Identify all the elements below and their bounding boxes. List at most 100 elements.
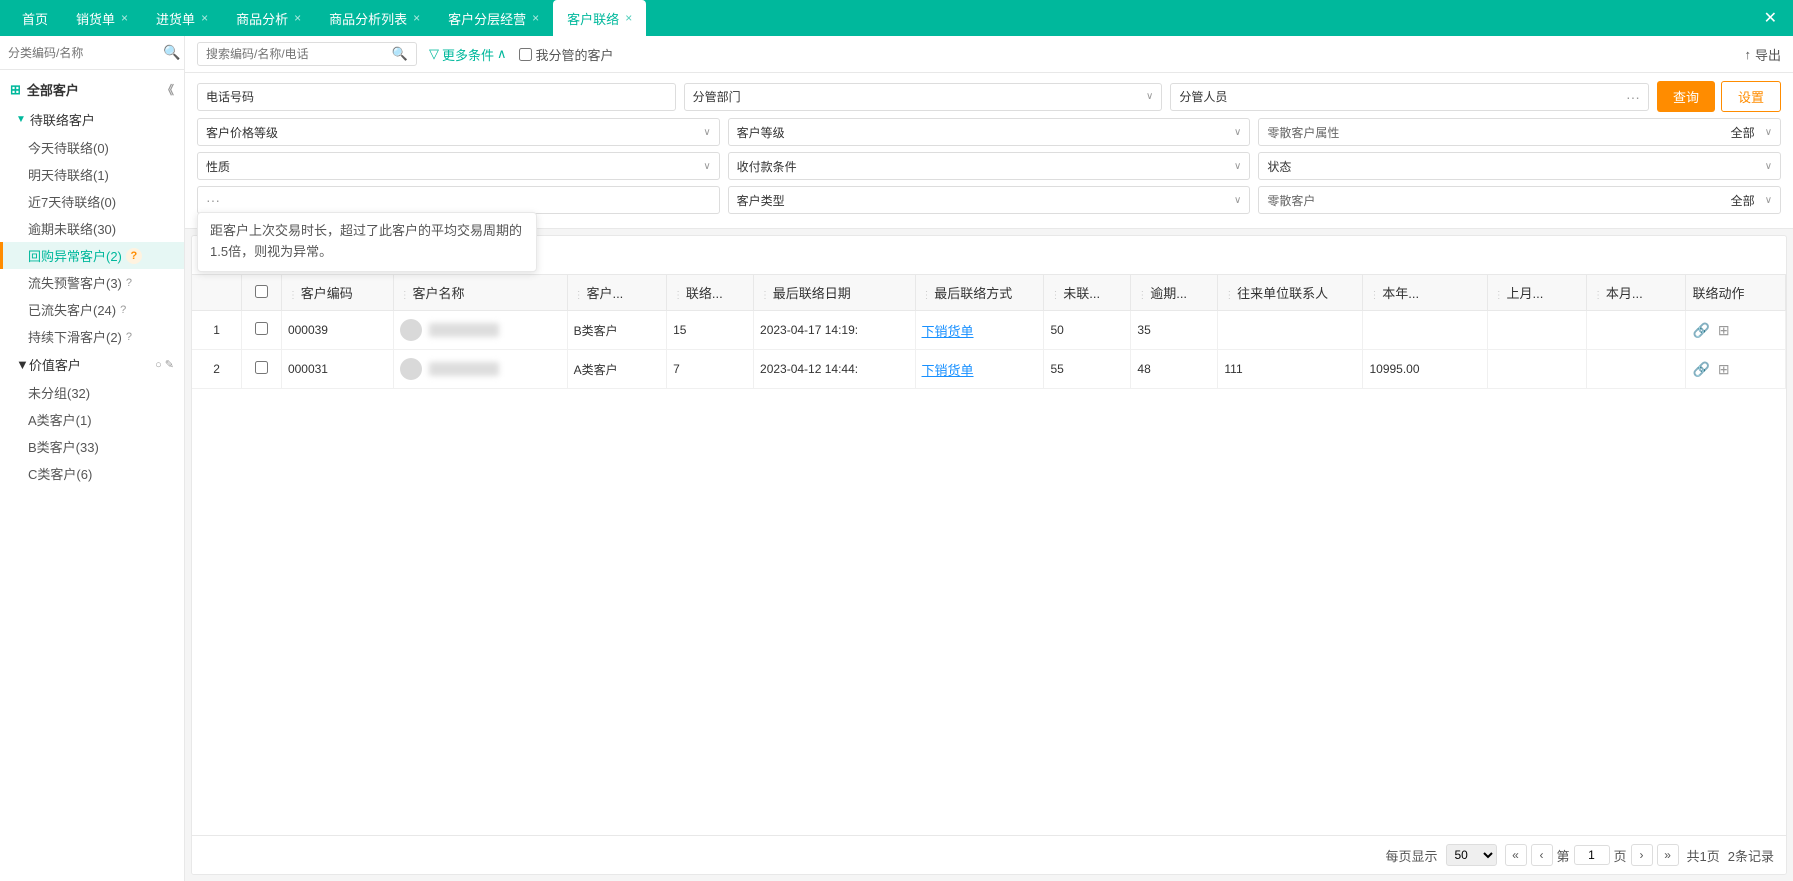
contact-icon[interactable]: 🔗 (1692, 361, 1709, 378)
col-header-related[interactable]: 往来单位联系人 (1218, 275, 1363, 311)
last-way-link[interactable]: 下销货单 (922, 324, 974, 339)
nav-product-analysis-list[interactable]: 商品分析列表 × (315, 0, 434, 36)
sidebar-group-pending[interactable]: ▼ 待联络客户 (0, 105, 184, 134)
filter-retail-attr[interactable]: 零散客户属性 全部 ∨ (1258, 118, 1781, 146)
filter-department[interactable]: 分管部门 ∨ (684, 83, 1163, 111)
nav-customer-contact[interactable]: 客户联络 × (553, 0, 646, 36)
prev-page-button[interactable]: ‹ (1531, 844, 1553, 866)
col-header-this-month[interactable]: 本月... (1587, 275, 1686, 311)
nav-product-analysis[interactable]: 商品分析 × (222, 0, 315, 36)
search-icon[interactable]: 🔍 (392, 46, 408, 62)
sidebar-item-repurchase-abnormal[interactable]: 回购异常客户(2) ? (0, 242, 184, 269)
sidebar-item-tomorrow[interactable]: 明天待联络(1) (0, 161, 184, 188)
col-header-name[interactable]: 客户名称 (393, 275, 567, 311)
filter-phone[interactable]: 电话号码 (197, 83, 676, 111)
filter-more[interactable]: ··· (197, 186, 720, 214)
page-nav: « ‹ 第 页 › » (1505, 844, 1679, 866)
last-page-button[interactable]: » (1657, 844, 1679, 866)
cell-type: B类客户 (567, 311, 666, 350)
sidebar-item-churned[interactable]: 已流失客户(24) ? (0, 296, 184, 323)
filter-panel: 电话号码 分管部门 ∨ 分管人员 ··· 查询 设置 客户价格等级 (185, 73, 1793, 229)
sidebar: 🔍 ⊞ 全部客户 《 ▼ 待联络客户 今天待联络(0) 明天待联络(1) 近7天… (0, 36, 185, 881)
nav-home[interactable]: 首页 (8, 0, 62, 36)
filter-status[interactable]: 状态 ∨ (1258, 152, 1781, 180)
table-scroll-container[interactable]: 客户编码 客户名称 客户... 联络... (192, 275, 1786, 835)
nav-customer-tier[interactable]: 客户分层经营 × (434, 0, 553, 36)
nav-purchase-order[interactable]: 进货单 × (142, 0, 222, 36)
sidebar-item-unclassified[interactable]: 未分组(32) (0, 379, 184, 406)
row-checkbox[interactable] (255, 322, 268, 335)
cell-last-way[interactable]: 下销货单 (915, 311, 1044, 350)
sidebar-item-class-c[interactable]: C类客户(6) (0, 460, 184, 487)
arrow-icon-2: ▼ (16, 357, 29, 372)
filter-nature[interactable]: 性质 ∨ (197, 152, 720, 180)
sidebar-search-input[interactable] (8, 46, 163, 60)
query-button[interactable]: 查询 (1657, 81, 1715, 112)
close-icon[interactable]: × (625, 11, 632, 25)
filter-customer-level[interactable]: 客户等级 ∨ (728, 118, 1251, 146)
col-header-this-year[interactable]: 本年... (1363, 275, 1487, 311)
filter-payment[interactable]: 收付款条件 ∨ (728, 152, 1251, 180)
nav-sales-order[interactable]: 销货单 × (62, 0, 142, 36)
total-pages: 共1页 (1687, 846, 1720, 865)
cell-last-way[interactable]: 下销货单 (915, 350, 1044, 389)
filter-retail-customer[interactable]: 零散客户 全部 ∨ (1258, 186, 1781, 214)
sidebar-all-customers[interactable]: ⊞ 全部客户 《 (0, 74, 184, 105)
sidebar-item-declining[interactable]: 持续下滑客户(2) ? (0, 323, 184, 350)
edit-icons[interactable]: ○ ✎ (155, 358, 174, 371)
col-header-last-way[interactable]: 最后联络方式 (915, 275, 1044, 311)
col-header-uncontact[interactable]: 未联... (1044, 275, 1131, 311)
page-size-dropdown[interactable]: 20 50 100 (1446, 844, 1497, 866)
close-icon[interactable]: × (532, 11, 539, 25)
col-header-overdue[interactable]: 逾期... (1131, 275, 1218, 311)
row-checkbox[interactable] (255, 361, 268, 374)
cell-type: A类客户 (567, 350, 666, 389)
cell-checkbox[interactable] (242, 350, 282, 389)
cell-checkbox[interactable] (242, 311, 282, 350)
close-all-button[interactable]: ✕ (1756, 8, 1785, 28)
cell-this-year (1363, 311, 1487, 350)
sidebar-item-overdue[interactable]: 逾期未联络(30) (0, 215, 184, 242)
filter-manager[interactable]: 分管人员 ··· (1170, 83, 1649, 111)
sidebar-content: ⊞ 全部客户 《 ▼ 待联络客户 今天待联络(0) 明天待联络(1) 近7天待联… (0, 70, 184, 881)
chevron-down-icon: ∨ (1765, 127, 1772, 138)
top-navigation: 首页 销货单 × 进货单 × 商品分析 × 商品分析列表 × 客户分层经营 × … (0, 0, 1793, 36)
settings-button[interactable]: 设置 (1721, 81, 1781, 112)
filter-row-2: 客户价格等级 ∨ 客户等级 ∨ 零散客户属性 全部 ∨ (197, 118, 1781, 146)
filter-customer-type[interactable]: 客户类型 ∨ (728, 186, 1251, 214)
my-customers-check[interactable] (519, 48, 532, 61)
page-number-input[interactable] (1574, 845, 1610, 865)
close-icon[interactable]: × (121, 11, 128, 25)
export-button[interactable]: ↑ 导出 (1744, 45, 1781, 64)
last-way-link[interactable]: 下销货单 (922, 363, 974, 378)
chevron-down-icon: ∨ (1234, 195, 1241, 206)
customer-name-blurred (429, 323, 499, 337)
page-size-select[interactable]: 20 50 100 (1446, 844, 1497, 866)
more-conditions-button[interactable]: ▽ 更多条件 ∧ (429, 45, 507, 64)
more-action-icon[interactable]: ⊞ (1718, 361, 1730, 378)
col-header-type[interactable]: 客户... (567, 275, 666, 311)
close-icon[interactable]: × (413, 11, 420, 25)
select-all-checkbox[interactable] (255, 285, 268, 298)
sidebar-group-value[interactable]: ▼ 价值客户 ○ ✎ (0, 350, 184, 379)
collapse-icon[interactable]: 《 (162, 81, 174, 98)
next-page-button[interactable]: › (1631, 844, 1653, 866)
search-input[interactable] (206, 47, 392, 61)
contact-icon[interactable]: 🔗 (1692, 322, 1709, 339)
sidebar-item-churn-warning[interactable]: 流失预警客户(3) ? (0, 269, 184, 296)
close-icon[interactable]: × (294, 11, 301, 25)
col-header-code[interactable]: 客户编码 (281, 275, 393, 311)
sidebar-item-7days[interactable]: 近7天待联络(0) (0, 188, 184, 215)
col-header-last-date[interactable]: 最后联络日期 (754, 275, 916, 311)
filter-price-level[interactable]: 客户价格等级 ∨ (197, 118, 720, 146)
my-customers-checkbox[interactable]: 我分管的客户 (519, 45, 614, 64)
sidebar-item-class-a[interactable]: A类客户(1) (0, 406, 184, 433)
first-page-button[interactable]: « (1505, 844, 1527, 866)
col-header-contact[interactable]: 联络... (667, 275, 754, 311)
close-icon[interactable]: × (201, 11, 208, 25)
sidebar-item-class-b[interactable]: B类客户(33) (0, 433, 184, 460)
search-box[interactable]: 🔍 (197, 42, 417, 66)
sidebar-item-today[interactable]: 今天待联络(0) (0, 134, 184, 161)
col-header-last-month[interactable]: 上月... (1487, 275, 1586, 311)
more-action-icon[interactable]: ⊞ (1718, 322, 1730, 339)
